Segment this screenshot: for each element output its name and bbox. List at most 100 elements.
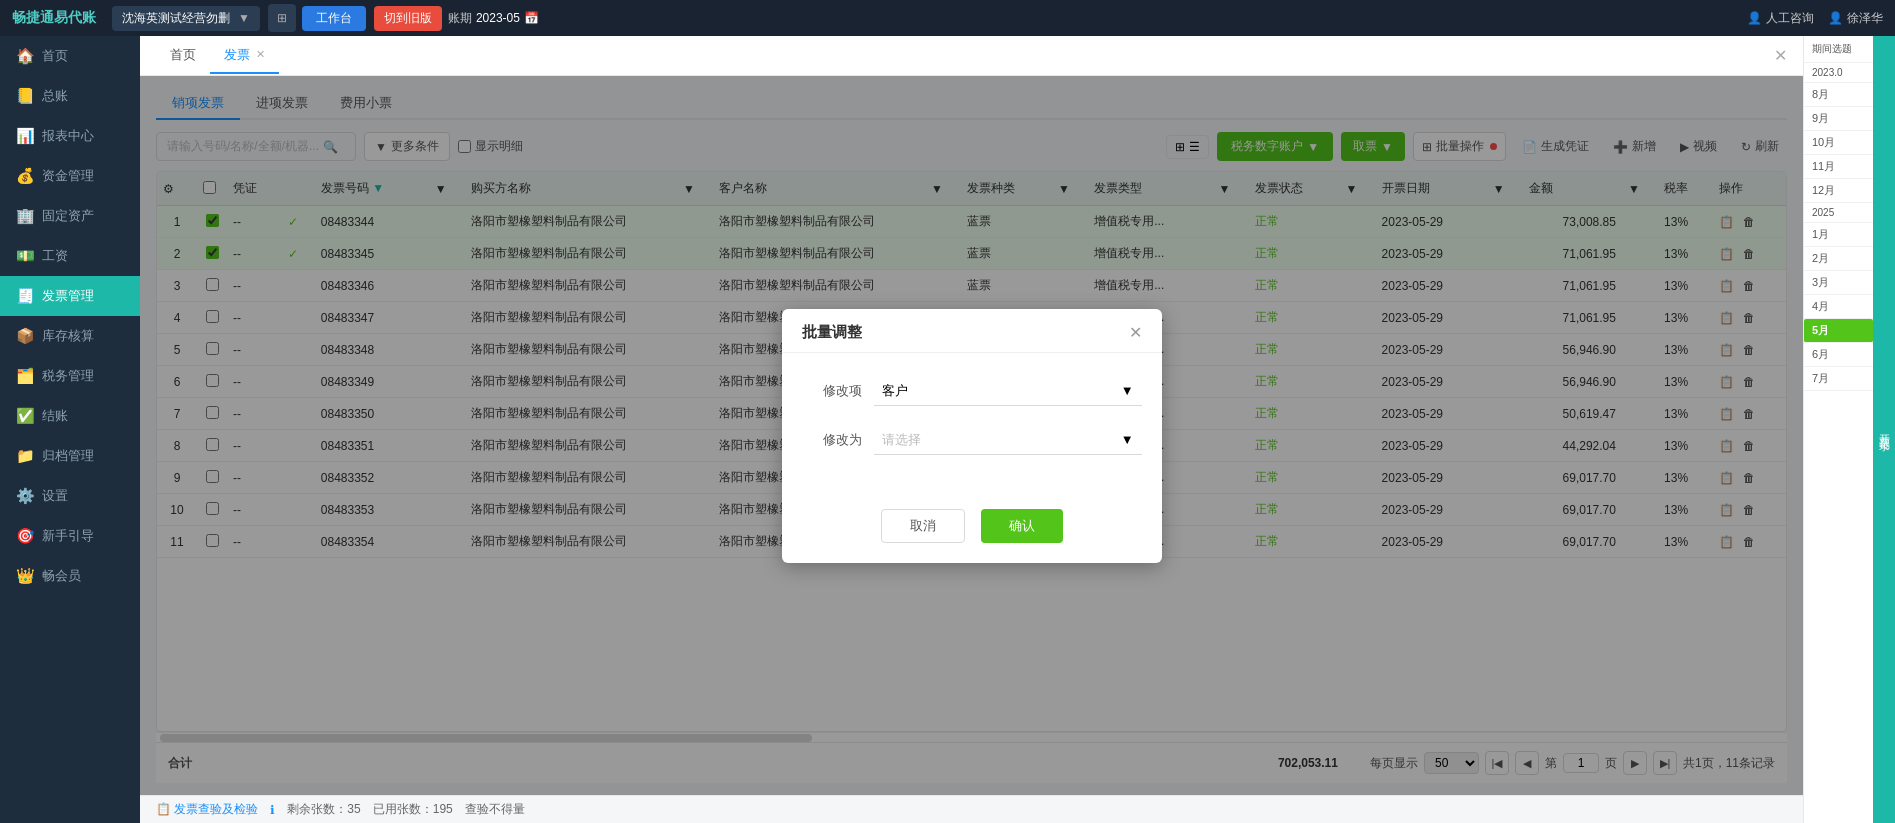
sidebar-label-tax: 税务管理 bbox=[42, 367, 94, 385]
cal-jan[interactable]: 1月 bbox=[1804, 223, 1873, 247]
sidebar-item-home[interactable]: 🏠 首页 bbox=[0, 36, 140, 76]
tab-home[interactable]: 首页 bbox=[156, 38, 210, 74]
invoice-check-link[interactable]: 📋 发票查验及检验 bbox=[156, 801, 258, 818]
sidebar-item-archive[interactable]: 📁 归档管理 bbox=[0, 436, 140, 476]
cal-nov[interactable]: 11月 bbox=[1804, 155, 1873, 179]
sidebar-label-home: 首页 bbox=[42, 47, 68, 65]
sidebar-item-close[interactable]: ✅ 结账 bbox=[0, 396, 140, 436]
user-service-icon: 👤 bbox=[1747, 11, 1762, 25]
cal-feb[interactable]: 2月 bbox=[1804, 247, 1873, 271]
sidebar-item-salary[interactable]: 💵 工资 bbox=[0, 236, 140, 276]
cal-year: 2023.0 bbox=[1804, 63, 1873, 83]
info-icon: ℹ bbox=[270, 803, 275, 817]
close-accounts-icon: ✅ bbox=[16, 407, 34, 425]
period-label: 账期 bbox=[448, 10, 472, 27]
sidebar-item-guide[interactable]: 🎯 新手引导 bbox=[0, 516, 140, 556]
sidebar-label-salary: 工资 bbox=[42, 247, 68, 265]
cal-mar[interactable]: 3月 bbox=[1804, 271, 1873, 295]
salary-icon: 💵 bbox=[16, 247, 34, 265]
cal-may-active[interactable]: 5月 bbox=[1804, 319, 1873, 343]
sidebar-item-funds[interactable]: 💰 资金管理 bbox=[0, 156, 140, 196]
confirm-button[interactable]: 确认 bbox=[981, 509, 1063, 543]
used-count: 已用张数：195 bbox=[373, 801, 453, 818]
cal-header: 期间选题 bbox=[1804, 36, 1873, 63]
calendar-side-panel: 期间选题 2023.0 8月 9月 10月 11月 12月 2025 1月 2月… bbox=[1803, 36, 1873, 823]
modal-header: 批量调整 ✕ bbox=[782, 309, 1162, 353]
content-area: 首页 发票 ✕ ✕ 销项发票 进项发票 费用小票 bbox=[140, 36, 1803, 823]
funds-icon: 💰 bbox=[16, 167, 34, 185]
assets-icon: 🏢 bbox=[16, 207, 34, 225]
cal-sep[interactable]: 9月 bbox=[1804, 107, 1873, 131]
tab-bar: 首页 发票 ✕ ✕ bbox=[140, 36, 1803, 76]
batch-adjust-modal: 批量调整 ✕ 修改项 客户 ▼ bbox=[782, 309, 1162, 563]
ledger-icon: 📒 bbox=[16, 87, 34, 105]
cal-jun[interactable]: 6月 bbox=[1804, 343, 1873, 367]
modal-close-button[interactable]: ✕ bbox=[1129, 323, 1142, 342]
main-content: 销项发票 进项发票 费用小票 请输入号码/名称/全额/机器... 🔍 ▼ 更多条… bbox=[140, 76, 1803, 795]
tab-invoice[interactable]: 发票 ✕ bbox=[210, 38, 279, 74]
sidebar-label-invoice: 发票管理 bbox=[42, 287, 94, 305]
sidebar-label-assets: 固定资产 bbox=[42, 207, 94, 225]
main-area: 🏠 首页 📒 总账 📊 报表中心 💰 资金管理 🏢 固定资产 💵 工资 bbox=[0, 36, 1895, 823]
user-service-button[interactable]: 👤 人工咨询 bbox=[1747, 10, 1814, 27]
tab-invoice-label: 发票 bbox=[224, 46, 250, 64]
close-window-icon[interactable]: ✕ bbox=[1774, 46, 1787, 65]
reports-icon: 📊 bbox=[16, 127, 34, 145]
cut-to-old-button[interactable]: 切到旧版 bbox=[374, 6, 442, 31]
workspace-button[interactable]: 工作台 bbox=[302, 6, 366, 31]
cal-apr[interactable]: 4月 bbox=[1804, 295, 1873, 319]
sidebar-label-settings: 设置 bbox=[42, 487, 68, 505]
sidebar-label-inventory: 库存核算 bbox=[42, 327, 94, 345]
tax-icon: 🗂️ bbox=[16, 367, 34, 385]
sidebar-label-close: 结账 bbox=[42, 407, 68, 425]
tab-close-icon[interactable]: ✕ bbox=[256, 48, 265, 61]
modify-to-select[interactable]: 请选择 ▼ bbox=[874, 426, 1142, 455]
sidebar-label-reports: 报表中心 bbox=[42, 127, 94, 145]
modal-footer: 取消 确认 bbox=[782, 499, 1162, 563]
user-avatar[interactable]: 👤 徐泽华 bbox=[1828, 10, 1883, 27]
calendar-icon[interactable]: 📅 bbox=[524, 11, 539, 25]
archive-icon: 📁 bbox=[16, 447, 34, 465]
tab-home-label: 首页 bbox=[170, 46, 196, 64]
field-dropdown-icon: ▼ bbox=[1121, 383, 1134, 398]
bottom-status-bar: 📋 发票查验及检验 ℹ 剩余张数：35 已用张数：195 查验不得量 bbox=[140, 795, 1803, 823]
chevron-down-icon: ▼ bbox=[238, 11, 250, 25]
sidebar-item-member[interactable]: 👑 畅会员 bbox=[0, 556, 140, 596]
sidebar-item-reports[interactable]: 📊 报表中心 bbox=[0, 116, 140, 156]
top-bar: 畅捷通易代账 沈海英测试经营勿删 ▼ ⊞ 工作台 切到旧版 账期 2023-05… bbox=[0, 0, 1895, 36]
sidebar-item-inventory[interactable]: 📦 库存核算 bbox=[0, 316, 140, 356]
cal-aug[interactable]: 8月 bbox=[1804, 83, 1873, 107]
gear-icon: ⚙️ bbox=[16, 487, 34, 505]
sidebar-item-invoice[interactable]: 🧾 发票管理 bbox=[0, 276, 140, 316]
guide-icon: 🎯 bbox=[16, 527, 34, 545]
sidebar-item-assets[interactable]: 🏢 固定资产 bbox=[0, 196, 140, 236]
cal-dec[interactable]: 12月 bbox=[1804, 179, 1873, 203]
cal-oct[interactable]: 10月 bbox=[1804, 131, 1873, 155]
inventory-icon: 📦 bbox=[16, 327, 34, 345]
remaining-count: 剩余张数：35 bbox=[287, 801, 360, 818]
modify-to-placeholder: 请选择 bbox=[882, 431, 921, 449]
sidebar-item-settings[interactable]: ⚙️ 设置 bbox=[0, 476, 140, 516]
company-icon-btn[interactable]: ⊞ bbox=[268, 4, 296, 32]
modify-to-row: 修改为 请选择 ▼ bbox=[802, 426, 1142, 455]
avatar-icon: 👤 bbox=[1828, 11, 1843, 25]
modify-field-row: 修改项 客户 ▼ bbox=[802, 377, 1142, 406]
modal-title: 批量调整 bbox=[802, 323, 862, 342]
modify-field-label: 修改项 bbox=[802, 382, 862, 400]
sidebar: 🏠 首页 📒 总账 📊 报表中心 💰 资金管理 🏢 固定资产 💵 工资 bbox=[0, 36, 140, 823]
company-selector[interactable]: 沈海英测试经营勿删 ▼ bbox=[112, 6, 260, 31]
open-invoice-label: 开票记录 bbox=[1877, 426, 1892, 434]
open-invoice-panel[interactable]: 开票记录 bbox=[1873, 36, 1895, 823]
cal-year2: 2025 bbox=[1804, 203, 1873, 223]
app-root: 畅捷通易代账 沈海英测试经营勿删 ▼ ⊞ 工作台 切到旧版 账期 2023-05… bbox=[0, 0, 1895, 823]
modify-field-select[interactable]: 客户 ▼ bbox=[874, 377, 1142, 406]
invoice-icon: 🧾 bbox=[16, 287, 34, 305]
top-right-area: 👤 人工咨询 👤 徐泽华 bbox=[1747, 10, 1883, 27]
sidebar-item-ledger[interactable]: 📒 总账 bbox=[0, 76, 140, 116]
cal-jul[interactable]: 7月 bbox=[1804, 367, 1873, 391]
sidebar-item-tax[interactable]: 🗂️ 税务管理 bbox=[0, 356, 140, 396]
sidebar-label-archive: 归档管理 bbox=[42, 447, 94, 465]
modal-overlay: 批量调整 ✕ 修改项 客户 ▼ bbox=[140, 76, 1803, 795]
cancel-button[interactable]: 取消 bbox=[881, 509, 965, 543]
sidebar-label-member: 畅会员 bbox=[42, 567, 81, 585]
